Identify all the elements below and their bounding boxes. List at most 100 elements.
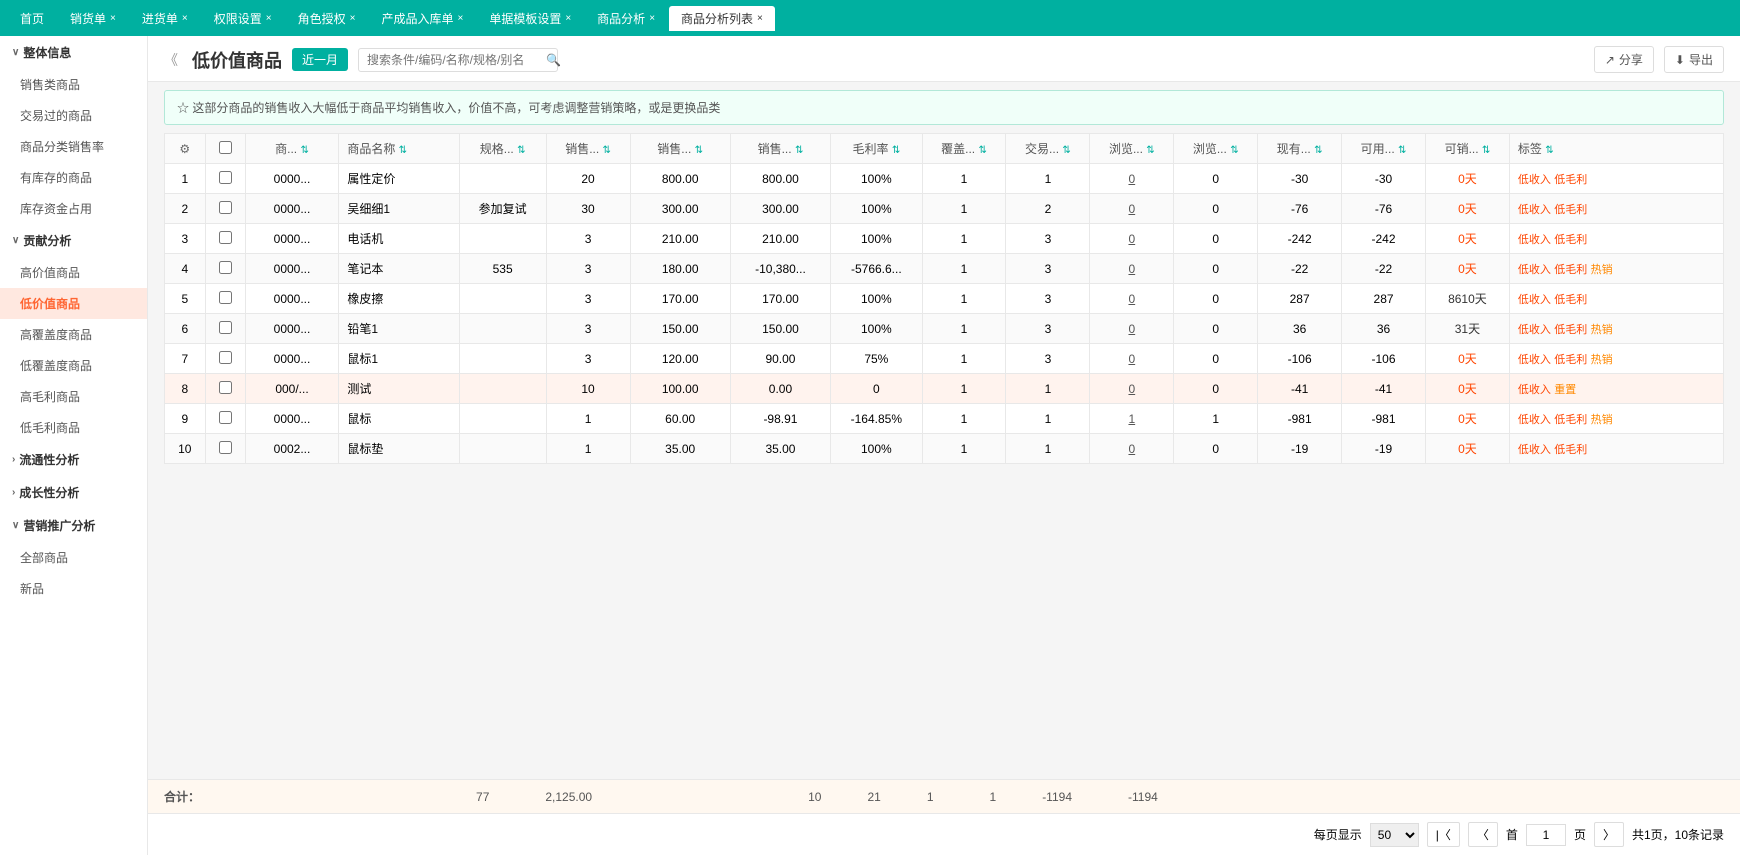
close-icon[interactable]: × bbox=[182, 13, 188, 24]
th-code[interactable]: 商... ⇅ bbox=[245, 134, 339, 164]
th-sales2[interactable]: 销售... ⇅ bbox=[730, 134, 830, 164]
export-button[interactable]: ⬇ 导出 bbox=[1664, 46, 1724, 73]
th-margin[interactable]: 毛利率 ⇅ bbox=[831, 134, 922, 164]
browse-count[interactable]: 0 bbox=[1128, 352, 1135, 366]
row-checkbox[interactable] bbox=[219, 231, 232, 244]
row-checkbox[interactable] bbox=[219, 261, 232, 274]
share-button[interactable]: ↗ 分享 bbox=[1594, 46, 1654, 73]
th-stock1[interactable]: 现有... ⇅ bbox=[1258, 134, 1342, 164]
sidebar-group-contribution[interactable]: ∨ 贡献分析 bbox=[0, 224, 147, 257]
sidebar-item-stock-fund[interactable]: 库存资金占用 bbox=[0, 193, 147, 224]
sidebar-item-new-goods[interactable]: 新品 bbox=[0, 573, 147, 604]
toggle-sidebar-icon[interactable]: 《 bbox=[164, 50, 178, 70]
th-settings[interactable]: ⚙ bbox=[165, 134, 206, 164]
browse-count[interactable]: 0 bbox=[1128, 292, 1135, 306]
row-checkbox-cell[interactable] bbox=[205, 194, 245, 224]
th-cover[interactable]: 覆盖... ⇅ bbox=[922, 134, 1006, 164]
sidebar-group-growth[interactable]: › 成长性分析 bbox=[0, 476, 147, 509]
sort-icon[interactable]: ⇅ bbox=[300, 145, 308, 156]
close-icon[interactable]: × bbox=[565, 13, 571, 24]
row-browse1[interactable]: 1 bbox=[1090, 404, 1174, 434]
sort-icon[interactable]: ⇅ bbox=[1482, 145, 1490, 156]
row-browse1[interactable]: 0 bbox=[1090, 314, 1174, 344]
close-icon[interactable]: × bbox=[457, 13, 463, 24]
sort-icon[interactable]: ⇅ bbox=[399, 145, 407, 156]
th-trade[interactable]: 交易... ⇅ bbox=[1006, 134, 1090, 164]
browse-count[interactable]: 0 bbox=[1128, 202, 1135, 216]
row-checkbox[interactable] bbox=[219, 201, 232, 214]
browse-count[interactable]: 1 bbox=[1128, 412, 1135, 426]
row-browse1[interactable]: 0 bbox=[1090, 254, 1174, 284]
th-stock2[interactable]: 可用... ⇅ bbox=[1342, 134, 1426, 164]
row-browse1[interactable]: 0 bbox=[1090, 164, 1174, 194]
sidebar-item-low-value[interactable]: 低价值商品 bbox=[0, 288, 147, 319]
sort-icon[interactable]: ⇅ bbox=[1398, 145, 1406, 156]
nav-role-auth[interactable]: 角色授权 × bbox=[286, 6, 368, 31]
close-icon[interactable]: × bbox=[110, 13, 116, 24]
th-browse2[interactable]: 浏览... ⇅ bbox=[1174, 134, 1258, 164]
per-page-select[interactable]: 50 100 200 bbox=[1370, 823, 1419, 847]
sidebar-item-high-coverage[interactable]: 高覆盖度商品 bbox=[0, 319, 147, 350]
sort-icon[interactable]: ⇅ bbox=[603, 145, 611, 156]
sort-icon[interactable]: ⇅ bbox=[795, 145, 803, 156]
first-page-button[interactable]: |〈 bbox=[1427, 822, 1460, 847]
browse-count[interactable]: 0 bbox=[1128, 232, 1135, 246]
th-browse1[interactable]: 浏览... ⇅ bbox=[1090, 134, 1174, 164]
sort-icon[interactable]: ⇅ bbox=[1146, 145, 1154, 156]
row-checkbox-cell[interactable] bbox=[205, 254, 245, 284]
search-input[interactable] bbox=[358, 48, 558, 72]
row-browse1[interactable]: 0 bbox=[1090, 194, 1174, 224]
page-input[interactable] bbox=[1526, 824, 1566, 846]
nav-goods-analysis-list[interactable]: 商品分析列表 × bbox=[669, 6, 775, 31]
row-checkbox[interactable] bbox=[219, 321, 232, 334]
browse-count[interactable]: 0 bbox=[1128, 172, 1135, 186]
nav-home[interactable]: 首页 bbox=[8, 6, 56, 31]
row-checkbox[interactable] bbox=[219, 411, 232, 424]
row-checkbox[interactable] bbox=[219, 171, 232, 184]
prev-page-button[interactable]: 〈 bbox=[1468, 822, 1498, 847]
nav-sales-order[interactable]: 销货单 × bbox=[58, 6, 128, 31]
browse-count[interactable]: 0 bbox=[1128, 262, 1135, 276]
sort-icon[interactable]: ⇅ bbox=[695, 145, 703, 156]
row-checkbox-cell[interactable] bbox=[205, 224, 245, 254]
sidebar-item-low-margin[interactable]: 低毛利商品 bbox=[0, 412, 147, 443]
sidebar-group-liquidity[interactable]: › 流通性分析 bbox=[0, 443, 147, 476]
sort-icon[interactable]: ⇅ bbox=[1545, 145, 1553, 156]
row-checkbox-cell[interactable] bbox=[205, 434, 245, 464]
row-browse1[interactable]: 0 bbox=[1090, 434, 1174, 464]
browse-count[interactable]: 0 bbox=[1128, 382, 1135, 396]
nav-permission-settings[interactable]: 权限设置 × bbox=[202, 6, 284, 31]
sort-icon[interactable]: ⇅ bbox=[1230, 145, 1238, 156]
close-icon[interactable]: × bbox=[757, 13, 763, 24]
row-browse1[interactable]: 0 bbox=[1090, 284, 1174, 314]
th-name[interactable]: 商品名称 ⇅ bbox=[339, 134, 459, 164]
sidebar-item-low-coverage[interactable]: 低覆盖度商品 bbox=[0, 350, 147, 381]
close-icon[interactable]: × bbox=[266, 13, 272, 24]
nav-template-settings[interactable]: 单据模板设置 × bbox=[477, 6, 583, 31]
th-sell-days[interactable]: 可销... ⇅ bbox=[1425, 134, 1509, 164]
row-browse1[interactable]: 0 bbox=[1090, 374, 1174, 404]
next-page-button[interactable]: 〉 bbox=[1594, 822, 1624, 847]
row-checkbox[interactable] bbox=[219, 291, 232, 304]
th-tags[interactable]: 标签 ⇅ bbox=[1509, 134, 1723, 164]
sidebar-item-stocked-goods[interactable]: 有库存的商品 bbox=[0, 162, 147, 193]
sort-icon[interactable]: ⇅ bbox=[517, 145, 525, 156]
nav-goods-analysis[interactable]: 商品分析 × bbox=[585, 6, 667, 31]
search-icon[interactable]: 🔍 bbox=[546, 53, 561, 67]
row-checkbox-cell[interactable] bbox=[205, 374, 245, 404]
th-sales-qty[interactable]: 销售... ⇅ bbox=[546, 134, 630, 164]
sidebar-item-traded-goods[interactable]: 交易过的商品 bbox=[0, 100, 147, 131]
sidebar-item-category-sales-rate[interactable]: 商品分类销售率 bbox=[0, 131, 147, 162]
th-checkbox[interactable] bbox=[205, 134, 245, 164]
row-checkbox[interactable] bbox=[219, 351, 232, 364]
row-browse1[interactable]: 0 bbox=[1090, 224, 1174, 254]
row-checkbox[interactable] bbox=[219, 381, 232, 394]
sidebar-item-high-value[interactable]: 高价值商品 bbox=[0, 257, 147, 288]
sidebar-item-high-margin[interactable]: 高毛利商品 bbox=[0, 381, 147, 412]
sidebar-group-marketing[interactable]: ∨ 营销推广分析 bbox=[0, 509, 147, 542]
row-checkbox[interactable] bbox=[219, 441, 232, 454]
sort-icon[interactable]: ⇅ bbox=[978, 145, 986, 156]
row-checkbox-cell[interactable] bbox=[205, 164, 245, 194]
close-icon[interactable]: × bbox=[350, 13, 356, 24]
sidebar-item-sales-goods[interactable]: 销售类商品 bbox=[0, 69, 147, 100]
